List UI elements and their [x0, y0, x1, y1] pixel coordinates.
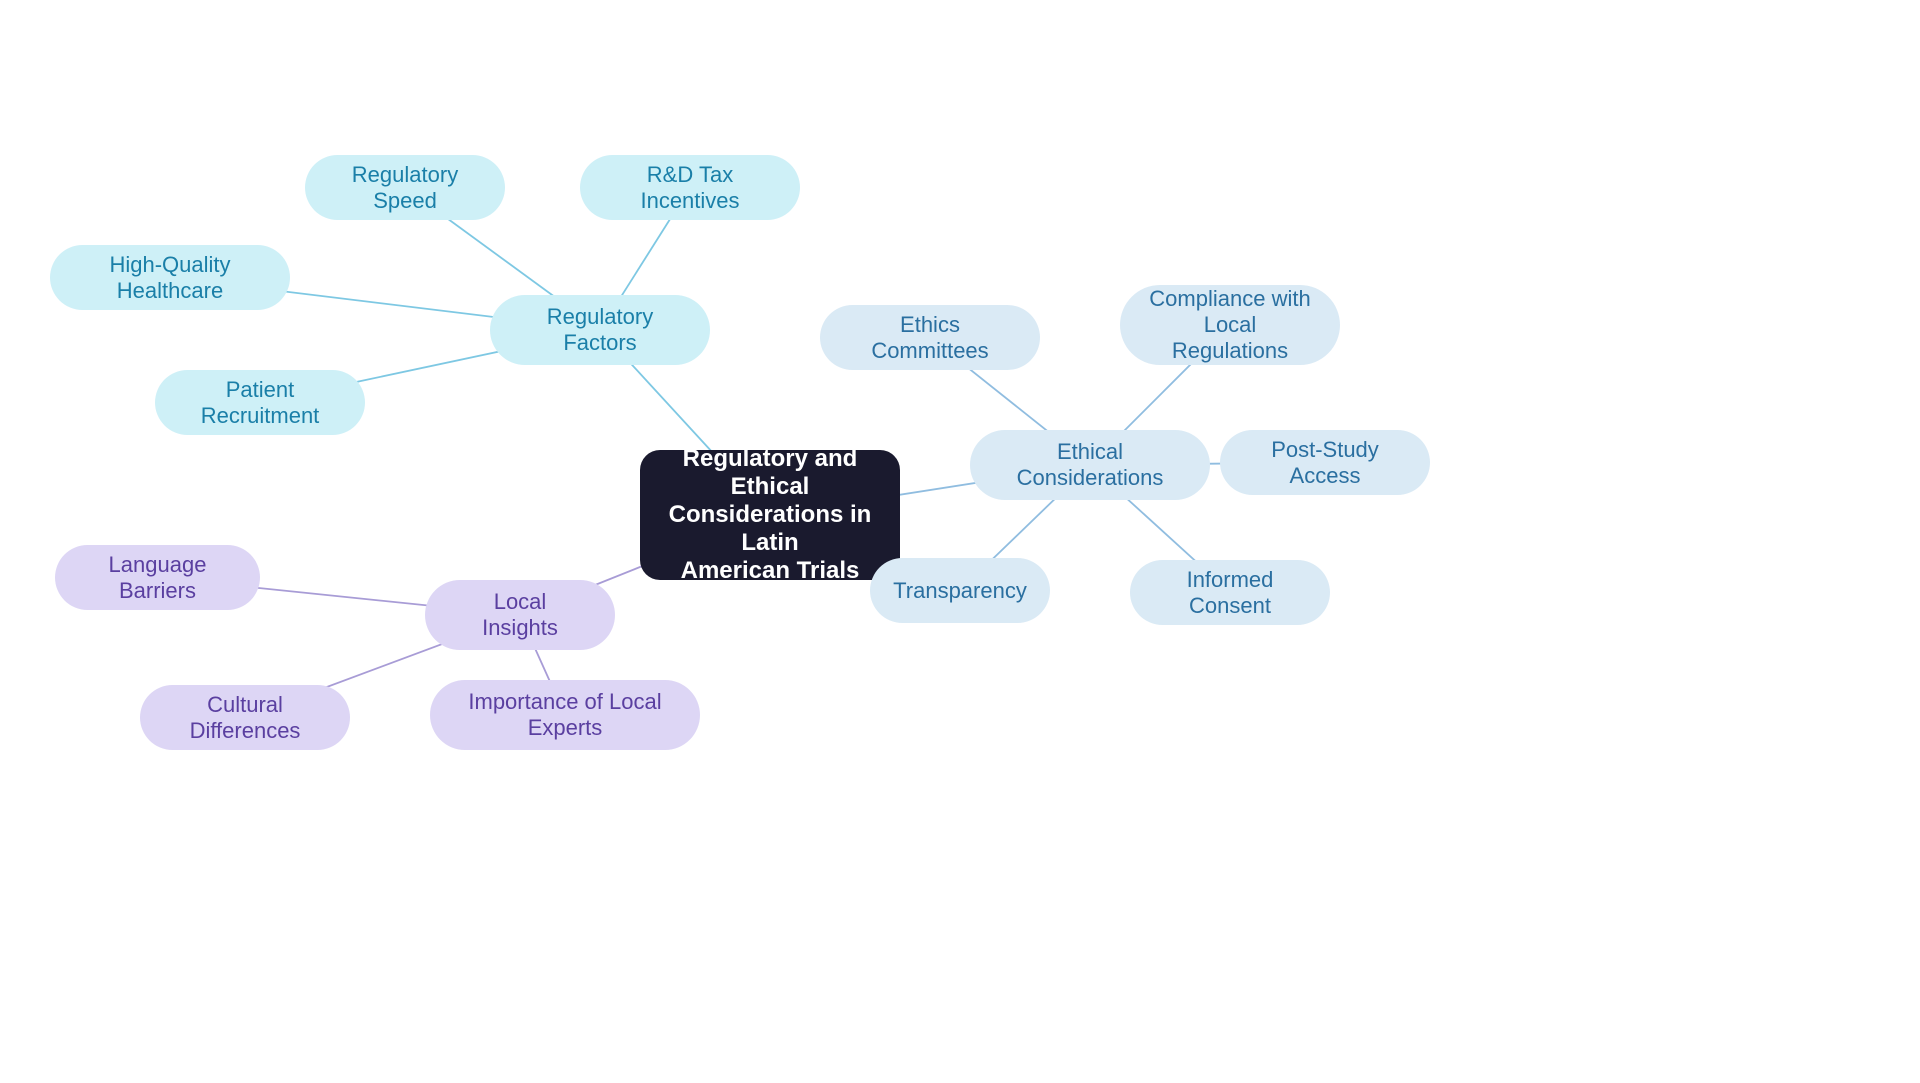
node-label-transparency: Transparency [893, 578, 1027, 604]
node-high_quality: High-Quality Healthcare [50, 245, 290, 310]
node-label-informed_consent: Informed Consent [1158, 567, 1302, 619]
node-label-patient_recruitment: Patient Recruitment [183, 377, 337, 429]
node-post_study: Post-Study Access [1220, 430, 1430, 495]
node-rd_tax: R&D Tax Incentives [580, 155, 800, 220]
node-ethical_considerations: Ethical Considerations [970, 430, 1210, 500]
node-patient_recruitment: Patient Recruitment [155, 370, 365, 435]
node-ethics_committees: Ethics Committees [820, 305, 1040, 370]
node-cultural_differences: Cultural Differences [140, 685, 350, 750]
connections-svg [0, 0, 1920, 1083]
node-label-importance_local: Importance of Local Experts [458, 689, 672, 741]
mindmap-container: Regulatory and Ethical Considerations in… [0, 0, 1920, 1083]
node-label-post_study: Post-Study Access [1248, 437, 1402, 489]
node-local_insights: Local Insights [425, 580, 615, 650]
node-regulatory_factors: Regulatory Factors [490, 295, 710, 365]
node-regulatory_speed: Regulatory Speed [305, 155, 505, 220]
node-label-regulatory_factors: Regulatory Factors [518, 304, 682, 356]
node-label-language_barriers: Language Barriers [83, 552, 232, 604]
node-language_barriers: Language Barriers [55, 545, 260, 610]
node-informed_consent: Informed Consent [1130, 560, 1330, 625]
node-center: Regulatory and Ethical Considerations in… [640, 450, 900, 580]
node-transparency: Transparency [870, 558, 1050, 623]
node-label-high_quality: High-Quality Healthcare [78, 252, 262, 304]
node-label-ethical_considerations: Ethical Considerations [998, 439, 1182, 491]
node-label-cultural_differences: Cultural Differences [168, 692, 322, 744]
node-importance_local: Importance of Local Experts [430, 680, 700, 750]
node-label-compliance_local: Compliance with Local Regulations [1148, 286, 1312, 364]
node-label-ethics_committees: Ethics Committees [848, 312, 1012, 364]
node-label-regulatory_speed: Regulatory Speed [333, 162, 477, 214]
node-label-rd_tax: R&D Tax Incentives [608, 162, 772, 214]
node-compliance_local: Compliance with Local Regulations [1120, 285, 1340, 365]
node-label-center: Regulatory and Ethical Considerations in… [668, 445, 872, 585]
node-label-local_insights: Local Insights [453, 589, 587, 641]
